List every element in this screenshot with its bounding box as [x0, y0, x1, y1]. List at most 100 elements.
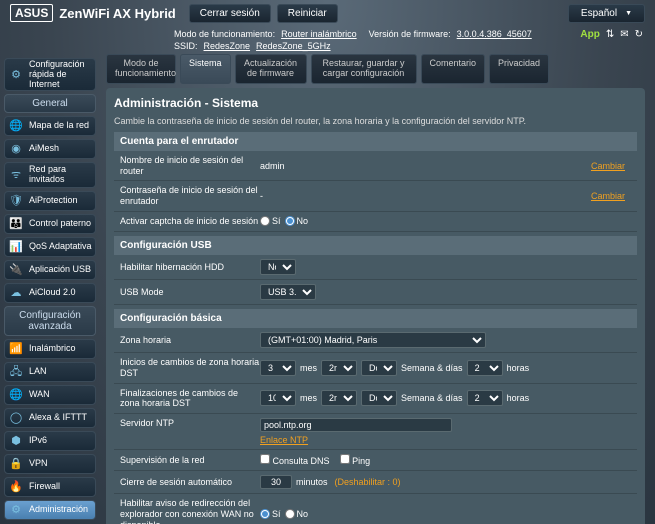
fw-value-link[interactable]: 3.0.0.4.386_45607: [457, 29, 532, 39]
dst-end-week[interactable]: 2nd: [321, 390, 357, 406]
tab-restore[interactable]: Restaurar, guardar y cargar configuració…: [311, 54, 417, 84]
ipv6-icon: ⬢: [8, 433, 24, 449]
globe-icon: 🌐: [8, 118, 24, 134]
language-dropdown[interactable]: Español: [568, 4, 645, 23]
admin-panel: Administración - Sistema Cambie la contr…: [106, 88, 645, 524]
row-login-name: Nombre de inicio de sesión del router ad…: [114, 151, 637, 182]
row-timezone: Zona horaria (GMT+01:00) Madrid, Paris: [114, 328, 637, 353]
row-dst-start: Inicios de cambios de zona horaria DST 3…: [114, 353, 637, 384]
captcha-yes[interactable]: Sí: [260, 216, 281, 226]
mail-icon[interactable]: ✉: [620, 29, 628, 40]
sidebar-adv-head: Configuración avanzada: [4, 306, 96, 336]
sidebar-network-map[interactable]: 🌐Mapa de la red: [4, 116, 96, 136]
usb-mode-select[interactable]: USB 3.0: [260, 284, 316, 300]
autologout-input[interactable]: [260, 475, 292, 489]
gear-icon: ⚙: [8, 502, 24, 518]
row-dst-end: Finalizaciones de cambios de zona horari…: [114, 384, 637, 415]
row-ntp: Servidor NTP Enlace NTP: [114, 414, 637, 450]
ssid1-link[interactable]: RedesZone: [204, 41, 251, 51]
change-login-link[interactable]: Cambiar: [591, 161, 625, 171]
sidebar-qos[interactable]: 📊QoS Adaptativa: [4, 237, 96, 257]
captcha-no[interactable]: No: [285, 216, 309, 226]
usb-icon: 🔌: [8, 262, 24, 278]
sidebar-parental[interactable]: 👪Control paterno: [4, 214, 96, 234]
section-usb: Configuración USB: [114, 236, 637, 255]
model-name: ZenWiFi AX Hybrid: [59, 6, 175, 21]
tab-row: Modo de funcionamiento Sistema Actualiza…: [106, 54, 645, 84]
sidebar-lan[interactable]: 🖧LAN: [4, 362, 96, 382]
sidebar-guest[interactable]: ᯤRed para invitados: [4, 162, 96, 188]
wanred-yes[interactable]: Sí: [260, 509, 281, 519]
mode-value-link[interactable]: Router inalámbrico: [281, 29, 357, 39]
fw-label: Versión de firmware:: [369, 29, 451, 39]
tab-firmware[interactable]: Actualización de firmware: [235, 54, 307, 84]
sidebar-aimesh[interactable]: ◉AiMesh: [4, 139, 96, 159]
change-pass-link[interactable]: Cambiar: [591, 191, 625, 201]
row-netmon: Supervisión de la red Consulta DNS Ping: [114, 450, 637, 471]
dst-start-day[interactable]: Dom: [361, 360, 397, 376]
panel-title: Administración - Sistema: [114, 96, 637, 110]
sidebar-administration[interactable]: ⚙Administración: [4, 500, 96, 520]
sidebar-vpn[interactable]: 🔒VPN: [4, 454, 96, 474]
sidebar-alexa[interactable]: ◯Alexa & IFTTT: [4, 408, 96, 428]
dst-start-month[interactable]: 3: [260, 360, 296, 376]
top-bar: ASUS ZenWiFi AX Hybrid Cerrar sesión Rei…: [0, 0, 655, 26]
row-captcha: Activar captcha de inicio de sesión Sí N…: [114, 212, 637, 232]
fire-icon: 🔥: [8, 479, 24, 495]
sidebar-aicloud[interactable]: ☁AiCloud 2.0: [4, 283, 96, 303]
panel-desc: Cambie la contraseña de inicio de sesión…: [114, 116, 637, 126]
main-content: Modo de funcionamiento Sistema Actualiza…: [100, 54, 655, 524]
ssid2-link[interactable]: RedesZone_5GHz: [256, 41, 331, 51]
brand-logo: ASUS: [10, 4, 53, 22]
app-link[interactable]: App: [580, 29, 599, 40]
wizard-icon: ⚙: [8, 67, 24, 83]
people-icon: 👪: [8, 216, 24, 232]
sidebar-firewall[interactable]: 🔥Firewall: [4, 477, 96, 497]
row-usb-mode: USB Mode USB 3.0: [114, 280, 637, 305]
ntp-input[interactable]: [260, 418, 452, 432]
row-autologout: Cierre de sesión automático minutos (Des…: [114, 471, 637, 494]
row-hdd-hibernate: Habilitar hibernación HDD No: [114, 255, 637, 280]
mesh-icon: ◉: [8, 141, 24, 157]
tab-system[interactable]: Sistema: [180, 54, 231, 84]
tab-privacy[interactable]: Privacidad: [489, 54, 549, 84]
alexa-icon: ◯: [8, 410, 24, 426]
sidebar-aiprotection[interactable]: 🛡AiProtection: [4, 191, 96, 211]
timezone-select[interactable]: (GMT+01:00) Madrid, Paris: [260, 332, 486, 348]
tab-opmode[interactable]: Modo de funcionamiento: [106, 54, 176, 84]
sidebar-general-head: General: [4, 94, 96, 113]
sidebar-wan[interactable]: 🌐WAN: [4, 385, 96, 405]
tab-feedback[interactable]: Comentario: [421, 54, 486, 84]
ntp-link[interactable]: Enlace NTP: [260, 435, 631, 445]
vpn-icon: 🔒: [8, 456, 24, 472]
guest-icon: ᯤ: [8, 167, 24, 183]
sidebar-quick-setup[interactable]: ⚙ Configuración rápida de Internet: [4, 58, 96, 91]
reboot-button[interactable]: Reiniciar: [277, 4, 338, 23]
mode-label: Modo de funcionamiento:: [174, 29, 275, 39]
row-wan-redirect: Habilitar aviso de redirección del explo…: [114, 494, 637, 524]
hdd-select[interactable]: No: [260, 259, 296, 275]
dst-start-hour[interactable]: 2: [467, 360, 503, 376]
wifi-icon: 📶: [8, 341, 24, 357]
sidebar-usb-app[interactable]: 🔌Aplicación USB: [4, 260, 96, 280]
row-password: Contraseña de inicio de sesión del enrut…: [114, 181, 637, 212]
sidebar-wireless[interactable]: 📶Inalámbrico: [4, 339, 96, 359]
section-account: Cuenta para el enrutador: [114, 132, 637, 151]
ssid-label: SSID:: [174, 41, 198, 51]
lan-icon: 🖧: [8, 364, 24, 380]
sidebar-ipv6[interactable]: ⬢IPv6: [4, 431, 96, 451]
gauge-icon: 📊: [8, 239, 24, 255]
refresh-icon[interactable]: ↻: [635, 29, 643, 40]
dst-end-month[interactable]: 10: [260, 390, 296, 406]
wan-icon: 🌐: [8, 387, 24, 403]
sidebar: ⚙ Configuración rápida de Internet Gener…: [0, 54, 100, 524]
wifi-status-icon[interactable]: ⇅: [606, 29, 614, 40]
dst-end-hour[interactable]: 2: [467, 390, 503, 406]
dst-end-day[interactable]: Dom: [361, 390, 397, 406]
dns-checkbox[interactable]: Consulta DNS: [260, 454, 330, 466]
info-line-1: Modo de funcionamiento: Router inalámbri…: [0, 26, 655, 40]
wanred-no[interactable]: No: [285, 509, 309, 519]
logout-button[interactable]: Cerrar sesión: [189, 4, 271, 23]
dst-start-week[interactable]: 2nd: [321, 360, 357, 376]
ping-checkbox[interactable]: Ping: [340, 454, 371, 466]
